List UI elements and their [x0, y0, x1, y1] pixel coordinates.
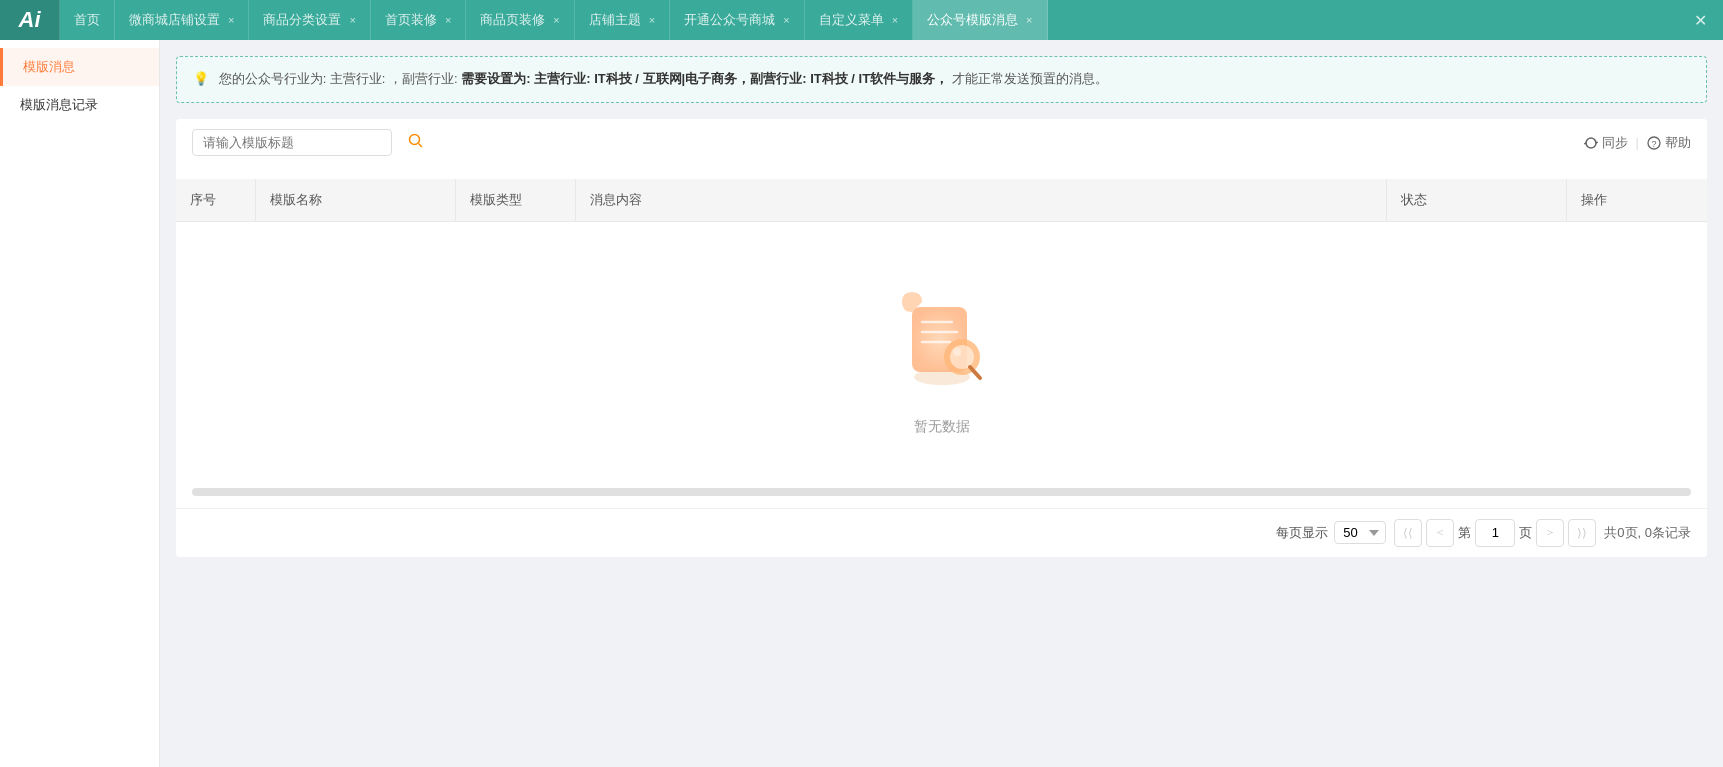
svg-point-0 — [410, 134, 420, 144]
notice-icon: 💡 — [193, 71, 209, 86]
col-status: 状态 — [1387, 179, 1567, 221]
main-layout: 模版消息 模版消息记录 💡 您的公众号行业为: 主营行业: ，副营行业: 需要设… — [0, 40, 1723, 767]
next-page-button[interactable]: ＞ — [1536, 519, 1564, 547]
col-content: 消息内容 — [576, 179, 1387, 221]
col-seq: 序号 — [176, 179, 256, 221]
sync-icon — [1584, 136, 1598, 150]
sidebar-item-template-msg[interactable]: 模版消息 — [0, 48, 159, 86]
last-page-button[interactable]: ⟩⟩ — [1568, 519, 1596, 547]
close-icon[interactable]: × — [445, 14, 451, 26]
close-icon[interactable]: × — [553, 14, 559, 26]
svg-text:?: ? — [1651, 139, 1656, 149]
pagination-bar: 每页显示 10 20 50 100 ⟨⟨ ＜ 第 页 ＞ ⟩⟩ — [176, 508, 1707, 557]
empty-illustration — [882, 282, 1002, 402]
search-button[interactable] — [400, 129, 432, 157]
tab-product-decor[interactable]: 商品页装修 × — [466, 0, 574, 40]
page-number-input[interactable] — [1475, 519, 1515, 547]
brand-logo: Ai — [0, 0, 60, 40]
sync-button[interactable]: 同步 — [1584, 134, 1628, 152]
search-icon — [408, 133, 424, 149]
total-info: 共0页, 0条记录 — [1604, 524, 1691, 542]
page-size-dropdown[interactable]: 10 20 50 100 — [1334, 521, 1386, 544]
close-icon[interactable]: × — [349, 14, 355, 26]
prev-page-button[interactable]: ＜ — [1426, 519, 1454, 547]
tab-home[interactable]: 首页 — [60, 0, 115, 40]
empty-text: 暂无数据 — [914, 418, 970, 436]
tab-template-msg[interactable]: 公众号模版消息 × — [913, 0, 1047, 40]
sidebar: 模版消息 模版消息记录 — [0, 40, 160, 767]
sidebar-item-template-records[interactable]: 模版消息记录 — [0, 86, 159, 124]
pagination-nav: ⟨⟨ ＜ 第 页 ＞ ⟩⟩ — [1394, 519, 1596, 547]
close-icon[interactable]: × — [1026, 14, 1032, 26]
notice-box: 💡 您的公众号行业为: 主营行业: ，副营行业: 需要设置为: 主营行业: IT… — [176, 56, 1707, 103]
svg-line-1 — [419, 143, 423, 147]
empty-svg — [882, 282, 1002, 402]
divider: | — [1636, 135, 1639, 150]
fake-scrollbar[interactable] — [192, 488, 1691, 496]
tab-home-decor[interactable]: 首页装修 × — [371, 0, 466, 40]
close-icon[interactable]: × — [892, 14, 898, 26]
table-container: 同步 | ? 帮助 序号 模版名称 模版类型 消息内容 — [176, 119, 1707, 557]
content-area: 💡 您的公众号行业为: 主营行业: ，副营行业: 需要设置为: 主营行业: IT… — [160, 40, 1723, 767]
search-right: 同步 | ? 帮助 — [1584, 134, 1691, 152]
tab-shop-settings[interactable]: 微商城店铺设置 × — [115, 0, 249, 40]
col-type: 模版类型 — [456, 179, 576, 221]
close-icon[interactable]: × — [228, 14, 234, 26]
tab-open-mall[interactable]: 开通公众号商城 × — [670, 0, 804, 40]
search-left — [192, 129, 432, 157]
col-action: 操作 — [1567, 179, 1707, 221]
search-bar: 同步 | ? 帮助 — [176, 119, 1707, 167]
first-page-button[interactable]: ⟨⟨ — [1394, 519, 1422, 547]
close-icon[interactable]: × — [783, 14, 789, 26]
close-icon[interactable]: × — [649, 14, 655, 26]
svg-point-12 — [953, 348, 961, 356]
tab-shop-theme[interactable]: 店铺主题 × — [575, 0, 670, 40]
top-tab-bar: Ai 首页 微商城店铺设置 × 商品分类设置 × 首页装修 × 商品页装修 × … — [0, 0, 1723, 40]
col-name: 模版名称 — [256, 179, 456, 221]
tab-custom-menu[interactable]: 自定义菜单 × — [805, 0, 913, 40]
page-size-select: 每页显示 10 20 50 100 — [1276, 521, 1386, 544]
global-close-button[interactable]: ✕ — [1678, 0, 1723, 40]
tab-category-settings[interactable]: 商品分类设置 × — [249, 0, 370, 40]
help-icon: ? — [1647, 136, 1661, 150]
help-button[interactable]: ? 帮助 — [1647, 134, 1691, 152]
scrollbar-area — [176, 476, 1707, 508]
empty-state: 暂无数据 — [176, 222, 1707, 476]
search-input[interactable] — [192, 129, 392, 156]
table-header: 序号 模版名称 模版类型 消息内容 状态 操作 — [176, 179, 1707, 222]
